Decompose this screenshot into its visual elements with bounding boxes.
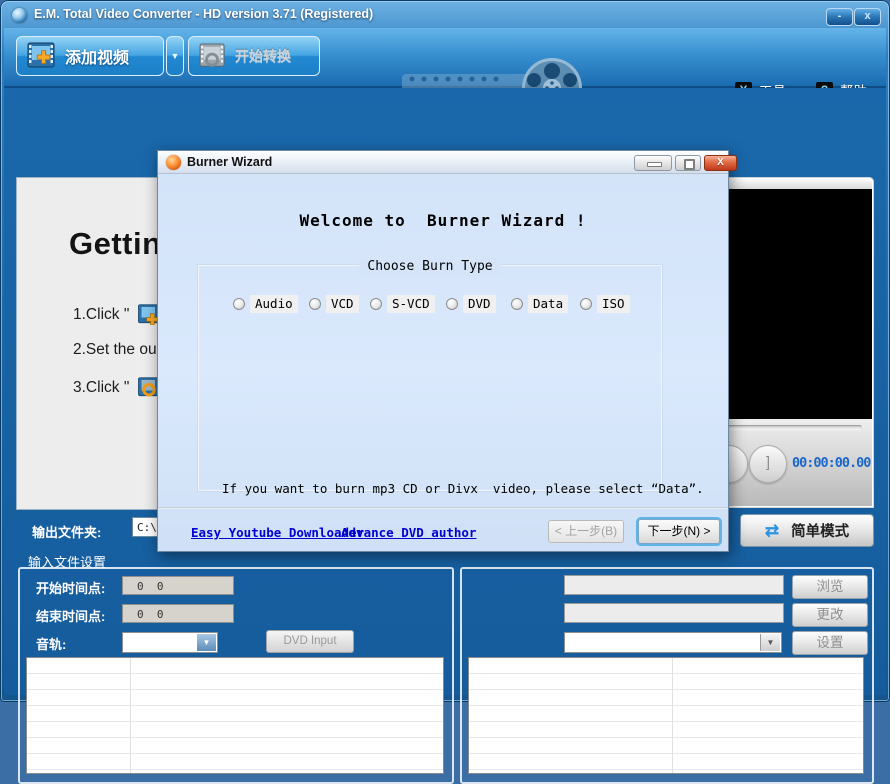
choose-burn-type-group: Choose Burn Type Audio VCD S-VCD DVD Dat… <box>198 265 662 491</box>
dialog-close-button[interactable]: X <box>704 155 737 171</box>
time-display: 00:00:00.00 <box>792 455 870 471</box>
start-convert-label: 开始转换 <box>235 46 291 66</box>
radio-data[interactable]: Data <box>511 295 568 313</box>
output-field-2[interactable] <box>564 603 784 623</box>
simple-mode-button[interactable]: ⇄ 简单模式 <box>740 514 874 547</box>
radio-label: VCD <box>326 295 359 313</box>
chevron-down-icon: ▼ <box>171 51 180 61</box>
step-2-text: 2.Set the ou <box>73 341 157 359</box>
back-button[interactable]: < 上一步(B) <box>548 520 624 543</box>
easy-youtube-downloader-link[interactable]: Easy Youtube Downloader <box>191 525 364 540</box>
chevron-down-icon: ▼ <box>197 634 216 651</box>
settings-button[interactable]: 设置 <box>792 631 868 655</box>
add-video-label: 添加视频 <box>65 44 129 68</box>
app-logo-icon <box>12 8 27 23</box>
end-time-label: 结束时间点: <box>36 606 105 625</box>
browse-button[interactable]: 浏览 <box>792 575 868 599</box>
burner-wizard-dialog: Burner Wizard X Welcome to Burner Wizard… <box>157 150 729 552</box>
start-time-label: 开始时间点: <box>36 578 105 597</box>
minimize-button[interactable]: - <box>826 8 853 26</box>
radio-svcd[interactable]: S-VCD <box>370 295 435 313</box>
window-title: E.M. Total Video Converter - HD version … <box>34 7 373 21</box>
add-video-button[interactable]: 添加视频 <box>16 36 164 76</box>
trim-end-button[interactable]: ] <box>749 445 787 483</box>
radio-icon <box>511 298 523 310</box>
radio-icon <box>370 298 382 310</box>
audio-track-label: 音轨: <box>36 634 66 653</box>
film-add-icon <box>27 42 57 70</box>
welcome-heading: Welcome to Burner Wizard ! <box>158 211 728 230</box>
getting-started-step-1: 1.Click " <box>73 304 161 325</box>
dialog-minimize-button[interactable] <box>634 155 672 171</box>
radio-iso[interactable]: ISO <box>580 295 630 313</box>
dvd-input-button[interactable]: DVD Input <box>266 630 354 653</box>
getting-started-step-2: 2.Set the ou <box>73 341 157 359</box>
close-button[interactable]: x <box>854 8 881 26</box>
start-convert-button[interactable]: 开始转换 <box>188 36 320 76</box>
step-3-text: 3.Click " <box>73 379 134 397</box>
dialog-maximize-button[interactable] <box>675 155 701 171</box>
radio-icon <box>580 298 592 310</box>
dialog-title-bar: Burner Wizard X <box>158 151 728 174</box>
list-column-divider <box>130 658 131 773</box>
output-file-list[interactable] <box>468 657 864 774</box>
step-1-text: 1.Click " <box>73 306 134 324</box>
group-title-text: Choose Burn Type <box>359 259 500 274</box>
radio-label: DVD <box>463 295 496 313</box>
add-video-dropdown-button[interactable]: ▼ <box>166 36 184 76</box>
radio-audio[interactable]: Audio <box>233 295 298 313</box>
dialog-title: Burner Wizard <box>187 155 272 169</box>
input-file-list[interactable] <box>26 657 444 774</box>
next-button[interactable]: 下一步(N) > <box>638 519 720 544</box>
dialog-divider <box>158 507 728 509</box>
burn-hint-text: If you want to burn mp3 CD or Divx video… <box>222 481 704 496</box>
output-format-select[interactable]: ▼ <box>564 632 782 653</box>
advance-dvd-author-link[interactable]: Advance DVD author <box>341 525 476 540</box>
radio-vcd[interactable]: VCD <box>309 295 359 313</box>
group-title: Choose Burn Type <box>199 257 661 275</box>
radio-label: Data <box>528 295 568 313</box>
chevron-down-icon: ▼ <box>760 634 780 651</box>
radio-icon <box>309 298 321 310</box>
radio-icon <box>446 298 458 310</box>
radio-label: Audio <box>250 295 298 313</box>
radio-label: ISO <box>597 295 630 313</box>
change-button[interactable]: 更改 <box>792 603 868 627</box>
start-time-field[interactable]: 0 0 <box>122 576 234 595</box>
audio-track-select[interactable]: ▼ <box>122 632 218 653</box>
toolbar: 添加视频 ▼ 开始转换 X 工具 ? 帮助 <box>4 28 886 88</box>
list-column-divider <box>672 658 673 773</box>
radio-icon <box>233 298 245 310</box>
getting-started-step-3: 3.Click " <box>73 377 161 398</box>
burner-wizard-icon <box>166 155 181 170</box>
simple-mode-label: 简单模式 <box>791 520 849 541</box>
swap-mode-icon: ⇄ <box>765 521 779 541</box>
radio-dvd[interactable]: DVD <box>446 295 496 313</box>
output-folder-label: 输出文件夹: <box>32 522 101 541</box>
radio-label: S-VCD <box>387 295 435 313</box>
film-convert-icon <box>199 43 227 69</box>
output-field-1[interactable] <box>564 575 784 595</box>
title-bar: E.M. Total Video Converter - HD version … <box>4 3 886 28</box>
end-time-field[interactable]: 0 0 <box>122 604 234 623</box>
